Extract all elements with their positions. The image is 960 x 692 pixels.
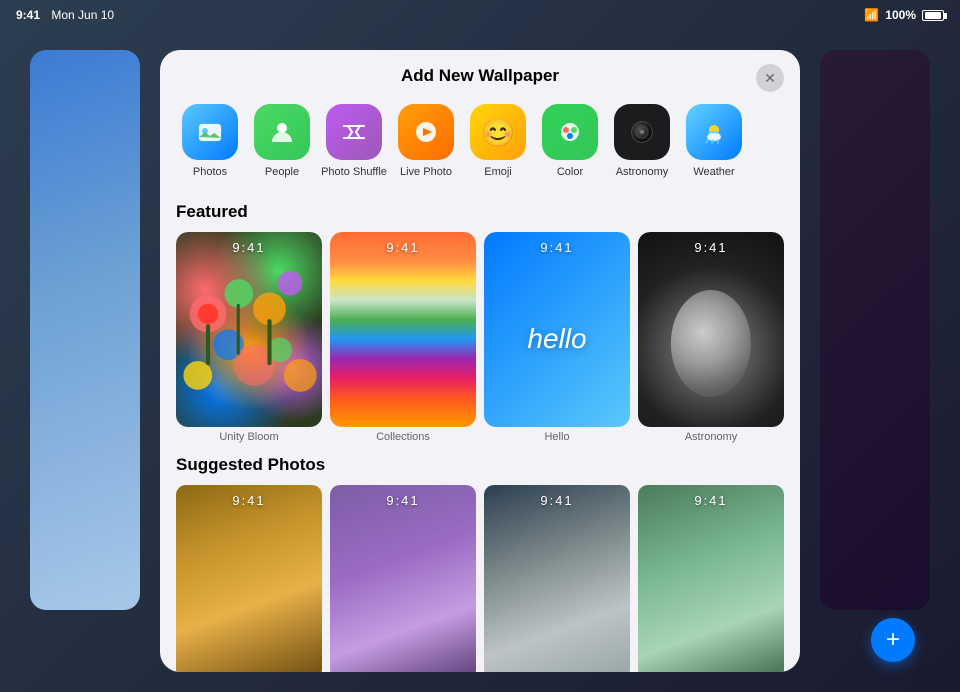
status-time: 9:41 xyxy=(16,8,40,22)
status-indicators: 📶 100% xyxy=(864,8,944,22)
hello-time: 9:41 xyxy=(484,240,630,255)
photos-icon xyxy=(182,104,238,160)
wallpaper-right-inner xyxy=(820,50,930,610)
battery-icon xyxy=(922,10,944,21)
hello-text: hello xyxy=(527,323,586,355)
category-weather-label: Weather xyxy=(693,166,734,178)
shuffle-icon xyxy=(326,104,382,160)
wallpaper-preview-left[interactable] xyxy=(30,50,140,610)
category-live-photo[interactable]: Live Photo xyxy=(392,104,460,178)
featured-item-astronomy[interactable]: 9:41 Astronomy xyxy=(638,232,784,443)
astronomy-icon xyxy=(614,104,670,160)
suggested-photo-1[interactable]: 9:41 xyxy=(176,485,322,672)
category-emoji-label: Emoji xyxy=(484,166,512,178)
category-color[interactable]: Color xyxy=(536,104,604,178)
unity-bloom-thumb: 9:41 xyxy=(176,232,322,427)
photo-1-time: 9:41 xyxy=(176,493,322,508)
add-wallpaper-modal: Add New Wallpaper ✕ Photos xyxy=(160,50,800,672)
modal-title: Add New Wallpaper xyxy=(401,66,559,86)
status-date: Mon Jun 10 xyxy=(51,8,114,22)
collections-time: 9:41 xyxy=(330,240,476,255)
status-bar: 9:41 Mon Jun 10 📶 100% xyxy=(16,8,944,22)
status-time-date: 9:41 Mon Jun 10 xyxy=(16,8,114,22)
category-people[interactable]: People xyxy=(248,104,316,178)
suggested-photos-section-title: Suggested Photos xyxy=(176,455,784,475)
suggested-photos-grid: 9:41 9:41 9:41 9:41 xyxy=(176,485,784,672)
photo-4-time: 9:41 xyxy=(638,493,784,508)
suggested-photo-2[interactable]: 9:41 xyxy=(330,485,476,672)
photo-3-time: 9:41 xyxy=(484,493,630,508)
category-astronomy-label: Astronomy xyxy=(616,166,669,178)
category-emoji[interactable]: 😊 Emoji xyxy=(464,104,532,178)
collections-thumb: 9:41 xyxy=(330,232,476,427)
category-photos[interactable]: Photos xyxy=(176,104,244,178)
category-astronomy[interactable]: Astronomy xyxy=(608,104,676,178)
photo-2-time: 9:41 xyxy=(330,493,476,508)
featured-item-hello[interactable]: 9:41 hello Hello xyxy=(484,232,630,443)
category-color-label: Color xyxy=(557,166,583,178)
category-livephoto-label: Live Photo xyxy=(400,166,452,178)
battery-indicator: 100% xyxy=(885,8,916,22)
wallpaper-preview-right[interactable] xyxy=(820,50,930,610)
emoji-icon: 😊 xyxy=(470,104,526,160)
color-icon xyxy=(542,104,598,160)
featured-item-collections[interactable]: 9:41 Collections xyxy=(330,232,476,443)
weather-icon xyxy=(686,104,742,160)
collections-label: Collections xyxy=(330,431,476,443)
featured-item-unity-bloom[interactable]: 9:41 xyxy=(176,232,322,443)
people-icon xyxy=(254,104,310,160)
category-people-label: People xyxy=(265,166,299,178)
suggested-photo-4[interactable]: 9:41 xyxy=(638,485,784,672)
moon-graphic xyxy=(671,290,751,397)
unity-bloom-label: Unity Bloom xyxy=(176,431,322,443)
hello-label: Hello xyxy=(484,431,630,443)
livephoto-icon xyxy=(398,104,454,160)
category-photos-label: Photos xyxy=(193,166,227,178)
category-photo-shuffle[interactable]: Photo Shuffle xyxy=(320,104,388,178)
category-row: Photos People Photo Shuffle xyxy=(160,96,800,190)
astronomy-time: 9:41 xyxy=(638,240,784,255)
modal-content: Featured 9:41 xyxy=(160,190,800,672)
modal-header: Add New Wallpaper ✕ xyxy=(160,50,800,96)
category-weather[interactable]: Weather xyxy=(680,104,748,178)
astronomy-label: Astronomy xyxy=(638,431,784,443)
add-wallpaper-button[interactable]: + xyxy=(871,618,915,662)
wifi-icon: 📶 xyxy=(864,8,879,22)
hello-thumb: 9:41 hello xyxy=(484,232,630,427)
featured-section-title: Featured xyxy=(176,202,784,222)
suggested-photo-3[interactable]: 9:41 xyxy=(484,485,630,672)
modal-close-button[interactable]: ✕ xyxy=(756,64,784,92)
astronomy-thumb: 9:41 xyxy=(638,232,784,427)
featured-grid: 9:41 xyxy=(176,232,784,443)
category-shuffle-label: Photo Shuffle xyxy=(321,166,387,178)
